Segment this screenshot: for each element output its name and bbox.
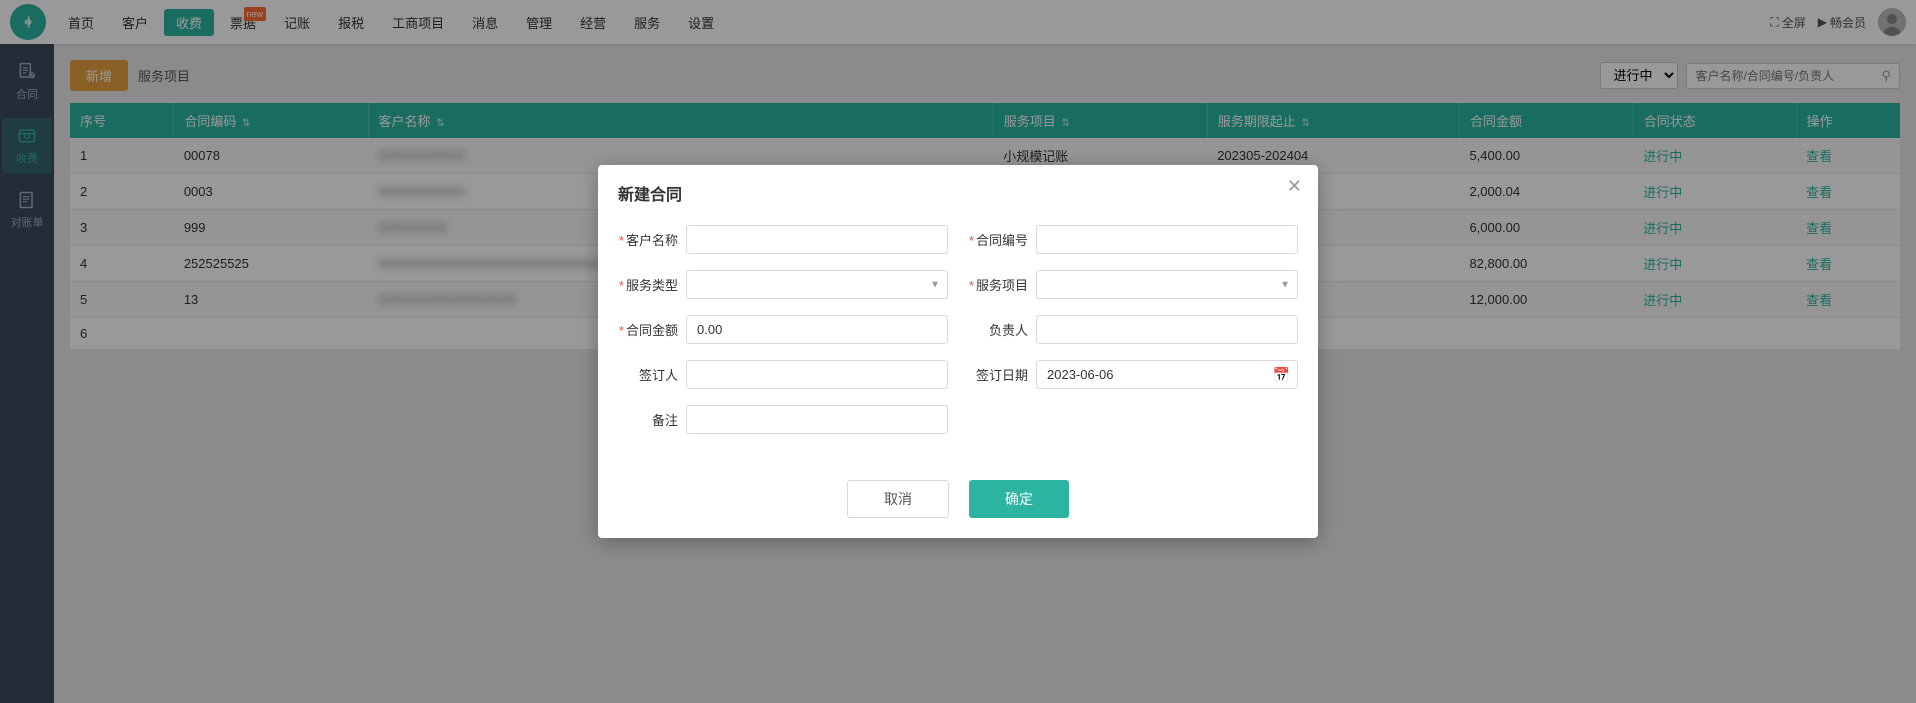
signer-label: 签订人 xyxy=(618,365,678,384)
form-row-3: *合同金额 负责人 xyxy=(618,315,1298,344)
modal-title: 新建合同 xyxy=(598,165,1318,215)
form-row-5: 备注 xyxy=(618,405,1298,434)
form-group-sign-date: 签订日期 📅 xyxy=(968,360,1298,389)
modal-body: *客户名称 *合同编号 *服务类型 xyxy=(598,215,1318,470)
form-group-responsible: 负责人 xyxy=(968,315,1298,344)
form-group-contract-no: *合同编号 xyxy=(968,225,1298,254)
modal-footer: 取消 确定 xyxy=(598,470,1318,538)
amount-input[interactable] xyxy=(686,315,948,344)
service-type-label: *服务类型 xyxy=(618,275,678,294)
modal-overlay[interactable]: 新建合同 ✕ *客户名称 *合同编号 xyxy=(0,0,1916,703)
service-type-select[interactable] xyxy=(686,270,948,299)
contract-no-label: *合同编号 xyxy=(968,230,1028,249)
form-group-customer: *客户名称 xyxy=(618,225,948,254)
service-item-select-wrapper xyxy=(1036,270,1298,299)
responsible-label: 负责人 xyxy=(968,320,1028,339)
remark-input[interactable] xyxy=(686,405,948,434)
service-item-label: *服务项目 xyxy=(968,275,1028,294)
form-row-1: *客户名称 *合同编号 xyxy=(618,225,1298,254)
modal-close-button[interactable]: ✕ xyxy=(1287,177,1302,195)
form-group-service-type: *服务类型 xyxy=(618,270,948,299)
form-group-service-item: *服务项目 xyxy=(968,270,1298,299)
form-group-signer: 签订人 xyxy=(618,360,948,389)
contract-no-input[interactable] xyxy=(1036,225,1298,254)
form-row-2: *服务类型 *服务项目 xyxy=(618,270,1298,299)
customer-input[interactable] xyxy=(686,225,948,254)
sign-date-wrapper: 📅 xyxy=(1036,360,1298,389)
sign-date-input[interactable] xyxy=(1036,360,1298,389)
confirm-button[interactable]: 确定 xyxy=(969,480,1069,518)
sign-date-label: 签订日期 xyxy=(968,365,1028,384)
remark-label: 备注 xyxy=(618,410,678,429)
modal-dialog: 新建合同 ✕ *客户名称 *合同编号 xyxy=(598,165,1318,538)
responsible-input[interactable] xyxy=(1036,315,1298,344)
service-item-select[interactable] xyxy=(1036,270,1298,299)
form-group-amount: *合同金额 xyxy=(618,315,948,344)
signer-input[interactable] xyxy=(686,360,948,389)
customer-label: *客户名称 xyxy=(618,230,678,249)
form-row-4: 签订人 签订日期 📅 xyxy=(618,360,1298,389)
cancel-button[interactable]: 取消 xyxy=(847,480,949,518)
amount-label: *合同金额 xyxy=(618,320,678,339)
form-group-remark: 备注 xyxy=(618,405,948,434)
service-type-select-wrapper xyxy=(686,270,948,299)
